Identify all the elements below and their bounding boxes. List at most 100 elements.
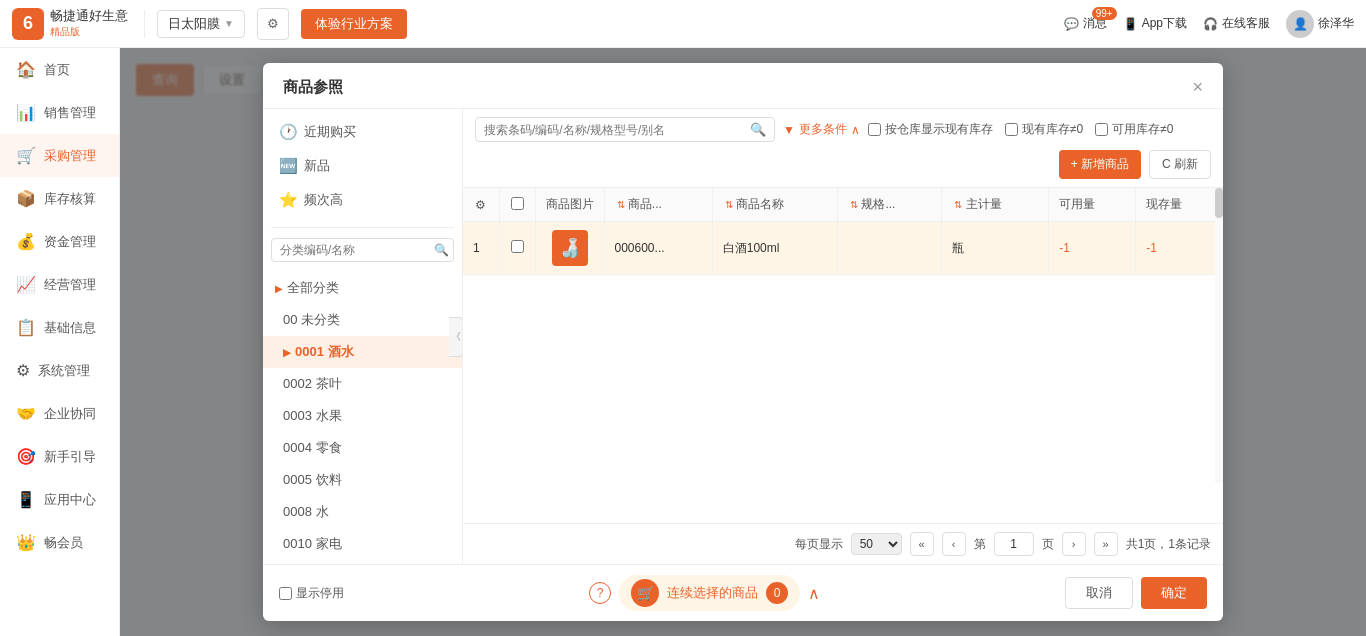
modal-footer: 显示停用 ? 🛒 连续选择的商品 0 ∧ 取消 确定 [263,564,1223,621]
th-name[interactable]: ⇅ 商品名称 [712,188,837,222]
alcohol-arrow-icon: ▶ [283,347,291,358]
selected-count-badge: 0 [766,582,788,604]
recent-icon: 🕐 [279,123,298,141]
th-code[interactable]: ⇅ 商品... [604,188,712,222]
available-checkbox[interactable]: 现有库存≠0 [1005,121,1083,138]
row-stock: -1 [1136,222,1223,275]
cancel-button[interactable]: 取消 [1065,577,1133,609]
select-all-checkbox[interactable] [511,197,524,210]
show-disabled-checkbox[interactable] [279,587,292,600]
right-panel: 🔍 ▼ 更多条件 ∧ 按仓库显示现有库存 [463,109,1223,564]
collapse-panel-button[interactable]: 《 [449,317,463,357]
next-page-button[interactable]: › [1062,532,1086,556]
category-item-all[interactable]: ▶ 全部分类 [263,272,462,304]
user-menu[interactable]: 👤 徐泽华 [1286,10,1354,38]
category-item-alcohol[interactable]: ▶ 0001 酒水 [263,336,462,368]
product-reference-modal: 商品参照 × 🕐 近期购买 🆕 [263,63,1223,621]
category-item-uncategorized[interactable]: 00 未分类 [263,304,462,336]
usable-checkbox[interactable]: 可用库存≠0 [1095,121,1173,138]
messages-button[interactable]: 💬 消息 99+ [1064,15,1107,32]
refresh-button[interactable]: C 刷新 [1149,150,1211,179]
product-search-input[interactable] [484,123,746,137]
first-page-button[interactable]: « [910,532,934,556]
page-size-select[interactable]: 50 100 200 [851,533,902,555]
sidebar-item-home[interactable]: 🏠 首页 [0,48,119,91]
row-index: 1 [463,222,499,275]
new-icon: 🆕 [279,157,298,175]
quick-item-recent[interactable]: 🕐 近期购买 [271,117,454,147]
collapse-cart-button[interactable]: ∧ [808,584,820,603]
sidebar-item-operations[interactable]: 📈 经营管理 [0,263,119,306]
cart-icon: 🛒 [631,579,659,607]
toolbar-right: + 新增商品 C 刷新 [1059,150,1211,179]
row-checkbox[interactable] [499,222,535,275]
vertical-scrollbar[interactable] [1215,188,1223,483]
sidebar-item-basics[interactable]: 📋 基础信息 [0,306,119,349]
arrow-icon: ▼ [224,18,234,29]
quick-item-new[interactable]: 🆕 新品 [271,151,454,181]
sidebar-item-vip[interactable]: 👑 畅会员 [0,521,119,564]
home-icon: 🏠 [16,60,36,79]
top-nav: 6 畅捷通好生意 精品版 日太阳膜 ▼ ⚙ 体验行业方案 💬 消息 99+ 📱 … [0,0,1366,48]
sidebar-item-inventory[interactable]: 📦 库存核算 [0,177,119,220]
category-item-appliance[interactable]: 0010 家电 [263,528,462,560]
quick-item-frequent[interactable]: ⭐ 频次高 [271,185,454,215]
search-icon: 🔍 [434,243,449,257]
th-unit[interactable]: ⇅ 主计量 [942,188,1049,222]
row-spec [838,222,942,275]
warehouse-checkbox[interactable]: 按仓库显示现有库存 [868,121,993,138]
category-item-water[interactable]: 0008 水 [263,496,462,528]
prev-page-button[interactable]: ‹ [942,532,966,556]
sidebar-item-finance[interactable]: 💰 资金管理 [0,220,119,263]
footer-left: 显示停用 [279,585,344,602]
phone-icon: 📱 [1123,17,1138,31]
nav-divider [144,10,145,38]
row-unit: 瓶 [942,222,1049,275]
show-disabled-label[interactable]: 显示停用 [279,585,344,602]
help-button[interactable]: ? [589,582,611,604]
current-page-input[interactable] [994,532,1034,556]
star-icon: ⭐ [279,191,298,209]
th-settings: ⚙ [463,188,499,222]
filter-button[interactable]: ▼ 更多条件 ∧ [783,121,860,138]
filter-checkboxes: 按仓库显示现有库存 现有库存≠0 可用库存≠0 [868,121,1174,138]
sidebar-item-collab[interactable]: 🤝 企业协同 [0,392,119,435]
category-item-beverage[interactable]: 0005 饮料 [263,464,462,496]
scrollbar-thumb [1215,188,1223,218]
sidebar-item-apps[interactable]: 📱 应用中心 [0,478,119,521]
last-page-button[interactable]: » [1094,532,1118,556]
settings-button[interactable]: ⚙ [257,8,289,40]
collab-icon: 🤝 [16,404,36,423]
app-download-button[interactable]: 📱 App下载 [1123,15,1187,32]
category-search-input[interactable] [280,243,430,257]
row-image: 🍶 [535,222,604,275]
th-available: 可用量 [1049,188,1136,222]
filter-collapse-icon: ∧ [851,123,860,137]
apps-icon: 📱 [16,490,36,509]
sales-icon: 📊 [16,103,36,122]
store-selector[interactable]: 日太阳膜 ▼ [157,10,245,38]
system-icon: ⚙ [16,361,30,380]
category-item-snack[interactable]: 0004 零食 [263,432,462,464]
avatar: 👤 [1286,10,1314,38]
headset-icon: 🎧 [1203,17,1218,31]
online-service-button[interactable]: 🎧 在线客服 [1203,15,1270,32]
category-search[interactable]: 🔍 [271,238,454,262]
sidebar-item-purchase[interactable]: 🛒 采购管理 [0,134,119,177]
category-item-fruit[interactable]: 0003 水果 [263,400,462,432]
modal-close-button[interactable]: × [1192,77,1203,98]
product-search-box[interactable]: 🔍 [475,117,775,142]
modal-toolbar: 🔍 ▼ 更多条件 ∧ 按仓库显示现有库存 [463,109,1223,188]
sidebar-item-guide[interactable]: 🎯 新手引导 [0,435,119,478]
basics-icon: 📋 [16,318,36,337]
trial-button[interactable]: 体验行业方案 [301,9,407,39]
sidebar-item-sales[interactable]: 📊 销售管理 [0,91,119,134]
table-row[interactable]: 1 🍶 000600... [463,222,1223,275]
sidebar-item-system[interactable]: ⚙ 系统管理 [0,349,119,392]
th-spec[interactable]: ⇅ 规格... [838,188,942,222]
add-product-button[interactable]: + 新增商品 [1059,150,1141,179]
product-table: ⚙ 商品图片 ⇅ 商品... [463,188,1223,275]
logo-text: 畅捷通好生意 [50,8,128,25]
confirm-button[interactable]: 确定 [1141,577,1207,609]
category-item-tea[interactable]: 0002 茶叶 [263,368,462,400]
